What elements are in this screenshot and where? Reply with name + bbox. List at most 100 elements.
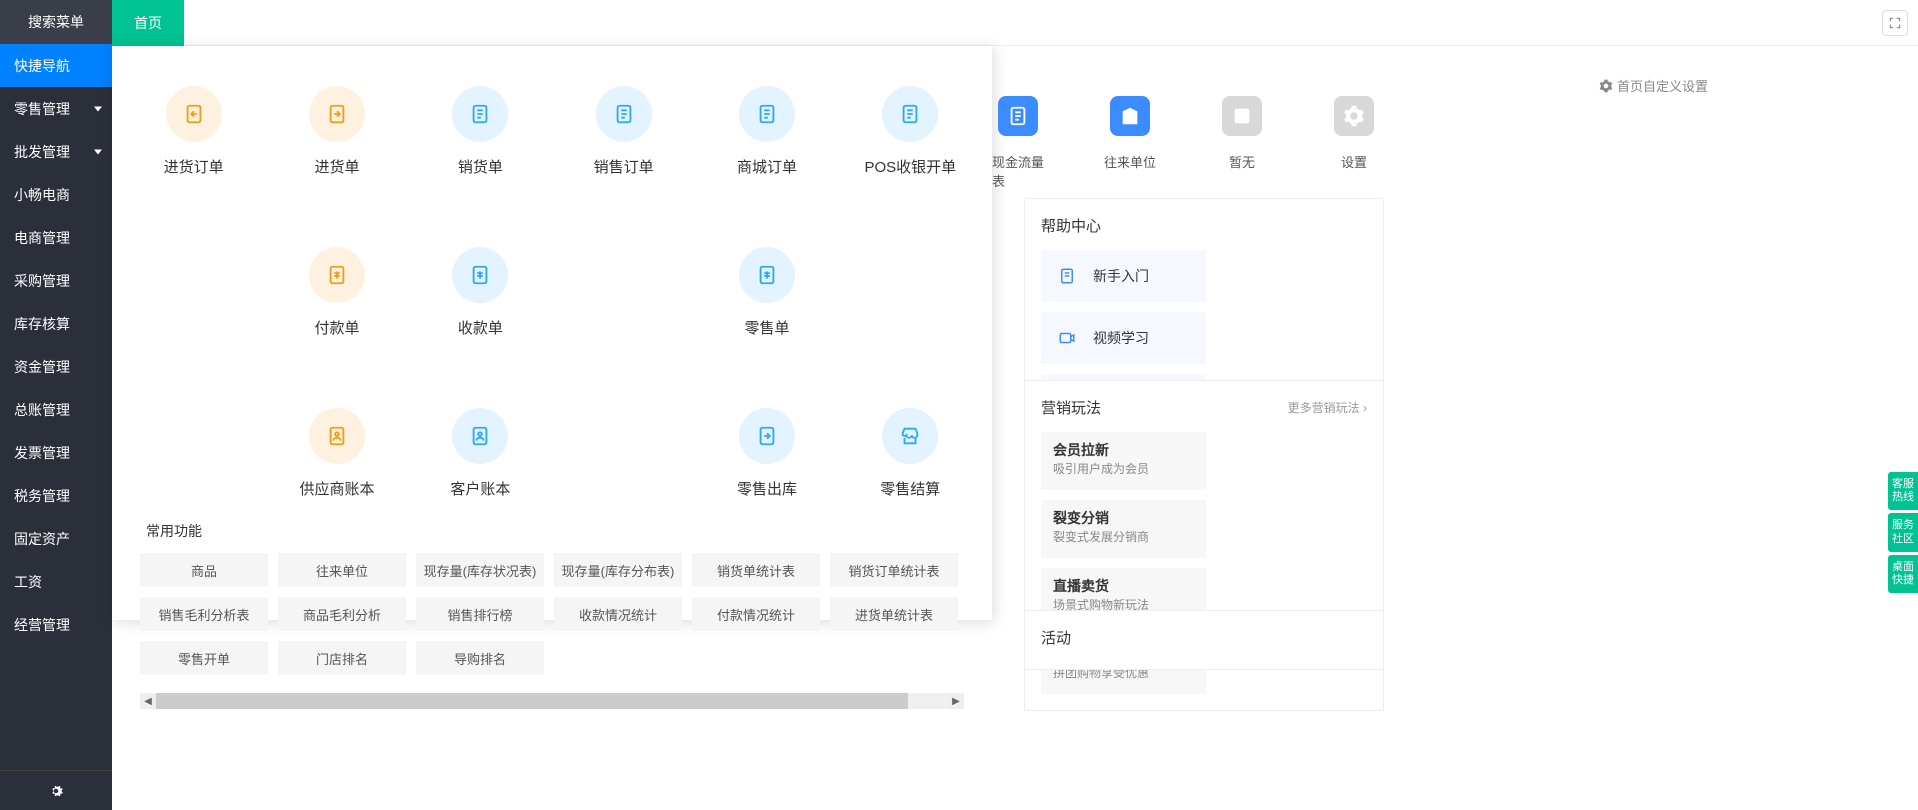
sidebar-item-1[interactable]: 零售管理 xyxy=(0,87,112,130)
app-icon xyxy=(998,96,1038,136)
scroll-thumb[interactable] xyxy=(156,693,908,709)
common-fn-button[interactable]: 现存量(库存状况表) xyxy=(416,553,544,587)
marketing-desc: 吸引用户成为会员 xyxy=(1053,462,1149,476)
flow-icon xyxy=(309,247,365,303)
common-fn-button[interactable]: 商品 xyxy=(140,553,268,587)
sidebar-item-label: 小畅电商 xyxy=(14,185,70,205)
flow-label: 商城订单 xyxy=(737,156,797,177)
sidebar-item-12[interactable]: 工资 xyxy=(0,560,112,603)
flow-node[interactable]: 销货单 xyxy=(409,86,552,177)
common-fn-button[interactable]: 导购排名 xyxy=(416,641,544,675)
common-fn-button[interactable]: 销售毛利分析表 xyxy=(140,597,268,631)
fullscreen-button[interactable] xyxy=(1882,10,1908,36)
flow-icon xyxy=(166,86,222,142)
common-fn-button[interactable]: 销售排行榜 xyxy=(416,597,544,631)
flow-node[interactable]: 付款单 xyxy=(265,247,408,338)
scroll-track[interactable] xyxy=(156,693,948,709)
marketing-desc: 裂变式发展分销商 xyxy=(1053,530,1149,544)
flow-icon xyxy=(309,86,365,142)
sidebar: 搜索菜单 快捷导航零售管理批发管理小畅电商电商管理采购管理库存核算资金管理总账管… xyxy=(0,0,112,810)
float-tab[interactable]: 客服热线 xyxy=(1888,472,1918,510)
sidebar-item-3[interactable]: 小畅电商 xyxy=(0,173,112,216)
flow-node[interactable]: 供应商账本 xyxy=(265,408,408,499)
flow-node[interactable]: 零售出库 xyxy=(695,408,838,499)
app-label: 现金流量表 xyxy=(992,152,1044,190)
sidebar-item-label: 零售管理 xyxy=(14,99,70,119)
sidebar-item-6[interactable]: 库存核算 xyxy=(0,302,112,345)
sidebar-item-10[interactable]: 税务管理 xyxy=(0,474,112,517)
app-shortcut[interactable]: 设置 xyxy=(1328,96,1380,190)
flow-label: 收款单 xyxy=(458,317,503,338)
sidebar-item-label: 采购管理 xyxy=(14,271,70,291)
flow-label: 付款单 xyxy=(314,317,359,338)
marketing-more-link[interactable]: 更多营销玩法 › xyxy=(1288,399,1367,416)
sidebar-item-label: 批发管理 xyxy=(14,142,70,162)
scroll-right-button[interactable]: ▶ xyxy=(948,693,964,709)
common-fn-button[interactable]: 门店排名 xyxy=(278,641,406,675)
sidebar-item-8[interactable]: 总账管理 xyxy=(0,388,112,431)
help-card[interactable]: 视频学习 xyxy=(1041,312,1206,364)
flow-node[interactable]: 进货单 xyxy=(265,86,408,177)
sidebar-item-2[interactable]: 批发管理 xyxy=(0,130,112,173)
sidebar-item-label: 快捷导航 xyxy=(14,56,70,76)
flow-node[interactable]: POS收银开单 xyxy=(839,86,982,177)
sidebar-settings-button[interactable] xyxy=(0,770,112,810)
common-fn-button[interactable]: 收款情况统计 xyxy=(554,597,682,631)
sidebar-item-7[interactable]: 资金管理 xyxy=(0,345,112,388)
common-fn-button[interactable]: 现存量(库存分布表) xyxy=(554,553,682,587)
flow-node[interactable]: 进货订单 xyxy=(122,86,265,177)
sidebar-item-label: 库存核算 xyxy=(14,314,70,334)
common-fn-button[interactable]: 付款情况统计 xyxy=(692,597,820,631)
activity-panel-title: 活动 xyxy=(1041,627,1071,648)
app-shortcut[interactable]: 往来单位 xyxy=(1104,96,1156,190)
flow-node[interactable]: 零售结算 xyxy=(839,408,982,499)
flow-node[interactable]: 客户账本 xyxy=(409,408,552,499)
sidebar-item-label: 发票管理 xyxy=(14,443,70,463)
flow-icon xyxy=(882,86,938,142)
flow-node[interactable]: 零售单 xyxy=(695,247,838,338)
tab-home[interactable]: 首页 xyxy=(112,0,184,46)
quicknav-flyout: 进货订单进货单销货单销售订单商城订单 POS收银开单 付款单 收款单 零售单 供应商账… xyxy=(112,46,992,620)
marketing-card[interactable]: 裂变分销裂变式发展分销商 xyxy=(1041,500,1206,558)
sidebar-item-label: 电商管理 xyxy=(14,228,70,248)
help-card[interactable]: 新手入门 xyxy=(1041,250,1206,302)
flow-label: 零售结算 xyxy=(880,478,940,499)
common-fn-button[interactable]: 销货单统计表 xyxy=(692,553,820,587)
app-icon xyxy=(1110,96,1150,136)
marketing-card[interactable]: 会员拉新吸引用户成为会员 xyxy=(1041,432,1206,490)
scroll-left-button[interactable]: ◀ xyxy=(140,693,156,709)
flow-icon xyxy=(739,86,795,142)
flow-label: 供应商账本 xyxy=(299,478,374,499)
sidebar-item-0[interactable]: 快捷导航 xyxy=(0,44,112,87)
help-label: 新手入门 xyxy=(1093,266,1149,286)
flow-icon xyxy=(452,86,508,142)
sidebar-item-5[interactable]: 采购管理 xyxy=(0,259,112,302)
common-fn-button[interactable]: 销货订单统计表 xyxy=(830,553,958,587)
sidebar-item-label: 总账管理 xyxy=(14,400,70,420)
sidebar-item-13[interactable]: 经营管理 xyxy=(0,603,112,646)
sidebar-item-label: 工资 xyxy=(14,572,42,592)
common-fn-button[interactable]: 往来单位 xyxy=(278,553,406,587)
common-functions-title: 常用功能 xyxy=(122,499,982,553)
homepage-custom-settings-link[interactable]: 首页自定义设置 xyxy=(1599,76,1708,95)
float-tab[interactable]: 服务社区 xyxy=(1888,513,1918,551)
common-fn-button[interactable]: 商品毛利分析 xyxy=(278,597,406,631)
sidebar-item-11[interactable]: 固定资产 xyxy=(0,517,112,560)
common-fn-button[interactable]: 进货单统计表 xyxy=(830,597,958,631)
sidebar-item-9[interactable]: 发票管理 xyxy=(0,431,112,474)
flow-node[interactable]: 商城订单 xyxy=(695,86,838,177)
float-tab[interactable]: 桌面快捷 xyxy=(1888,555,1918,593)
flow-label: 客户账本 xyxy=(450,478,510,499)
common-fn-button[interactable]: 零售开单 xyxy=(140,641,268,675)
flow-icon xyxy=(739,247,795,303)
flow-icon xyxy=(452,247,508,303)
sidebar-item-4[interactable]: 电商管理 xyxy=(0,216,112,259)
flow-node[interactable]: 销售订单 xyxy=(552,86,695,177)
flyout-scrollbar[interactable]: ◀ ▶ xyxy=(140,693,964,709)
app-label: 设置 xyxy=(1341,152,1367,171)
app-shortcut[interactable]: 暂无 xyxy=(1216,96,1268,190)
flow-node[interactable]: 收款单 xyxy=(409,247,552,338)
sidebar-search[interactable]: 搜索菜单 xyxy=(0,0,112,44)
app-shortcut[interactable]: 现金流量表 xyxy=(992,96,1044,190)
marketing-title: 会员拉新 xyxy=(1053,440,1194,460)
